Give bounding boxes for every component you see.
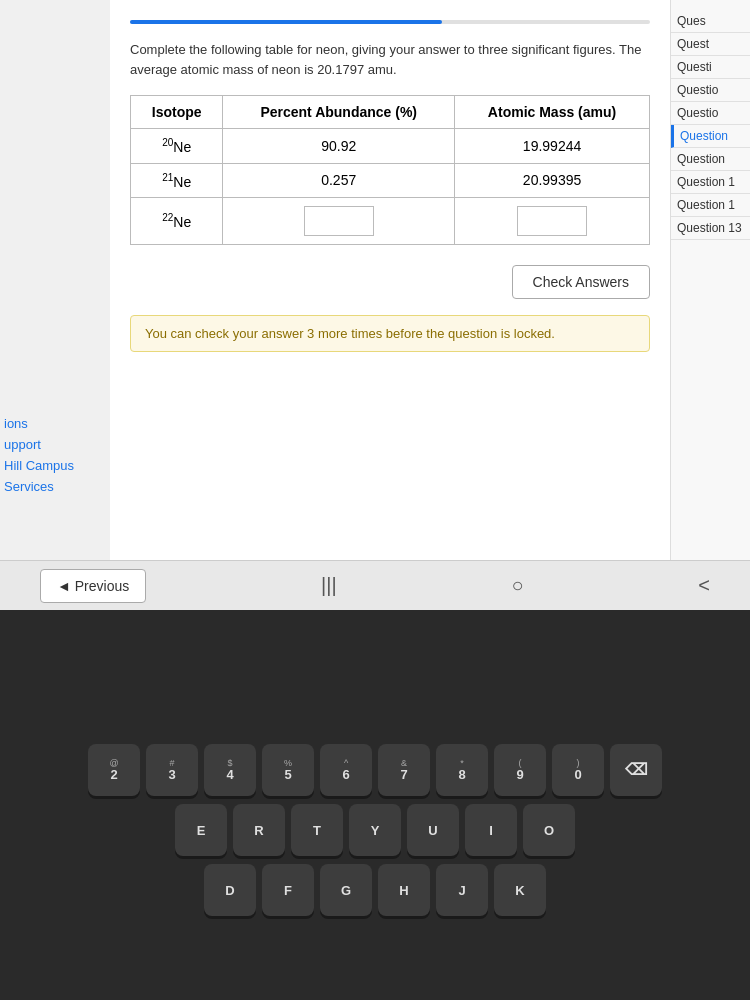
- key-k[interactable]: K: [494, 864, 546, 916]
- col-header-abundance: Percent Abundance (%): [223, 96, 455, 129]
- recent-icon[interactable]: <: [698, 574, 710, 597]
- sidebar-item-hillcampus[interactable]: Hill Campus: [4, 458, 110, 473]
- key-2[interactable]: @ 2: [88, 744, 140, 796]
- left-sidebar: ions upport Hill Campus Services: [0, 0, 110, 560]
- screen-area: ions upport Hill Campus Services Complet…: [0, 0, 750, 560]
- mass-cell-2: 20.99395: [455, 163, 650, 198]
- key-3[interactable]: # 3: [146, 744, 198, 796]
- sidebar-item-support[interactable]: upport: [4, 437, 110, 452]
- table-row: 22Ne: [131, 198, 650, 245]
- key-t[interactable]: T: [291, 804, 343, 856]
- key-7[interactable]: & 7: [378, 744, 430, 796]
- notice-box: You can check your answer 3 more times b…: [130, 315, 650, 352]
- right-sidebar-item[interactable]: Question: [671, 148, 750, 171]
- right-sidebar-item[interactable]: Question 1: [671, 194, 750, 217]
- key-9[interactable]: ( 9: [494, 744, 546, 796]
- right-sidebar-item[interactable]: Questio: [671, 79, 750, 102]
- abundance-input-cell[interactable]: [223, 198, 455, 245]
- mass-input-cell[interactable]: [455, 198, 650, 245]
- isotope-cell-1: 20Ne: [131, 129, 223, 164]
- keyboard-row-qwerty: E R T Y U I O: [175, 804, 575, 856]
- right-sidebar-item[interactable]: Ques: [671, 10, 750, 33]
- right-sidebar-item[interactable]: Question 1: [671, 171, 750, 194]
- progress-bar: [130, 20, 650, 24]
- main-content: Complete the following table for neon, g…: [110, 0, 670, 560]
- key-backspace[interactable]: ⌫: [610, 744, 662, 796]
- key-h[interactable]: H: [378, 864, 430, 916]
- key-r[interactable]: R: [233, 804, 285, 856]
- key-u[interactable]: U: [407, 804, 459, 856]
- right-sidebar-item[interactable]: Question 13: [671, 217, 750, 240]
- table-row: 21Ne 0.257 20.99395: [131, 163, 650, 198]
- back-icon[interactable]: |||: [321, 574, 337, 597]
- isotope-cell-2: 21Ne: [131, 163, 223, 198]
- keyboard-area: @ 2 # 3 $ 4 % 5 ^ 6 & 7 * 8 ( 9: [0, 610, 750, 1000]
- key-6[interactable]: ^ 6: [320, 744, 372, 796]
- key-f[interactable]: F: [262, 864, 314, 916]
- previous-button[interactable]: ◄ Previous: [40, 569, 146, 603]
- key-5[interactable]: % 5: [262, 744, 314, 796]
- mass-input[interactable]: [517, 206, 587, 236]
- abundance-cell-1: 90.92: [223, 129, 455, 164]
- right-sidebar-item[interactable]: Quest: [671, 33, 750, 56]
- col-header-isotope: Isotope: [131, 96, 223, 129]
- key-d[interactable]: D: [204, 864, 256, 916]
- table-row: 20Ne 90.92 19.99244: [131, 129, 650, 164]
- key-j[interactable]: J: [436, 864, 488, 916]
- right-sidebar-item-active[interactable]: Question: [671, 125, 750, 148]
- right-sidebar: Ques Quest Questi Questio Questio Questi…: [670, 0, 750, 560]
- progress-bar-fill: [130, 20, 442, 24]
- isotope-table: Isotope Percent Abundance (%) Atomic Mas…: [130, 95, 650, 245]
- bottom-nav: ◄ Previous ||| ○ <: [0, 560, 750, 610]
- key-4[interactable]: $ 4: [204, 744, 256, 796]
- instruction-text: Complete the following table for neon, g…: [130, 40, 650, 79]
- key-y[interactable]: Y: [349, 804, 401, 856]
- abundance-cell-2: 0.257: [223, 163, 455, 198]
- sidebar-item-services[interactable]: Services: [4, 479, 110, 494]
- notice-text: You can check your answer 3 more times b…: [145, 326, 555, 341]
- abundance-input[interactable]: [304, 206, 374, 236]
- keyboard-row-asdf: D F G H J K: [204, 864, 546, 916]
- key-8[interactable]: * 8: [436, 744, 488, 796]
- key-e[interactable]: E: [175, 804, 227, 856]
- col-header-mass: Atomic Mass (amu): [455, 96, 650, 129]
- key-g[interactable]: G: [320, 864, 372, 916]
- key-i[interactable]: I: [465, 804, 517, 856]
- isotope-cell-3: 22Ne: [131, 198, 223, 245]
- key-0[interactable]: ) 0: [552, 744, 604, 796]
- keyboard-row-numbers: @ 2 # 3 $ 4 % 5 ^ 6 & 7 * 8 ( 9: [88, 744, 662, 796]
- key-o[interactable]: O: [523, 804, 575, 856]
- home-icon[interactable]: ○: [511, 574, 523, 597]
- right-sidebar-item[interactable]: Questio: [671, 102, 750, 125]
- sidebar-item-ions[interactable]: ions: [4, 416, 110, 431]
- mass-cell-1: 19.99244: [455, 129, 650, 164]
- right-sidebar-item[interactable]: Questi: [671, 56, 750, 79]
- check-answers-button[interactable]: Check Answers: [512, 265, 650, 299]
